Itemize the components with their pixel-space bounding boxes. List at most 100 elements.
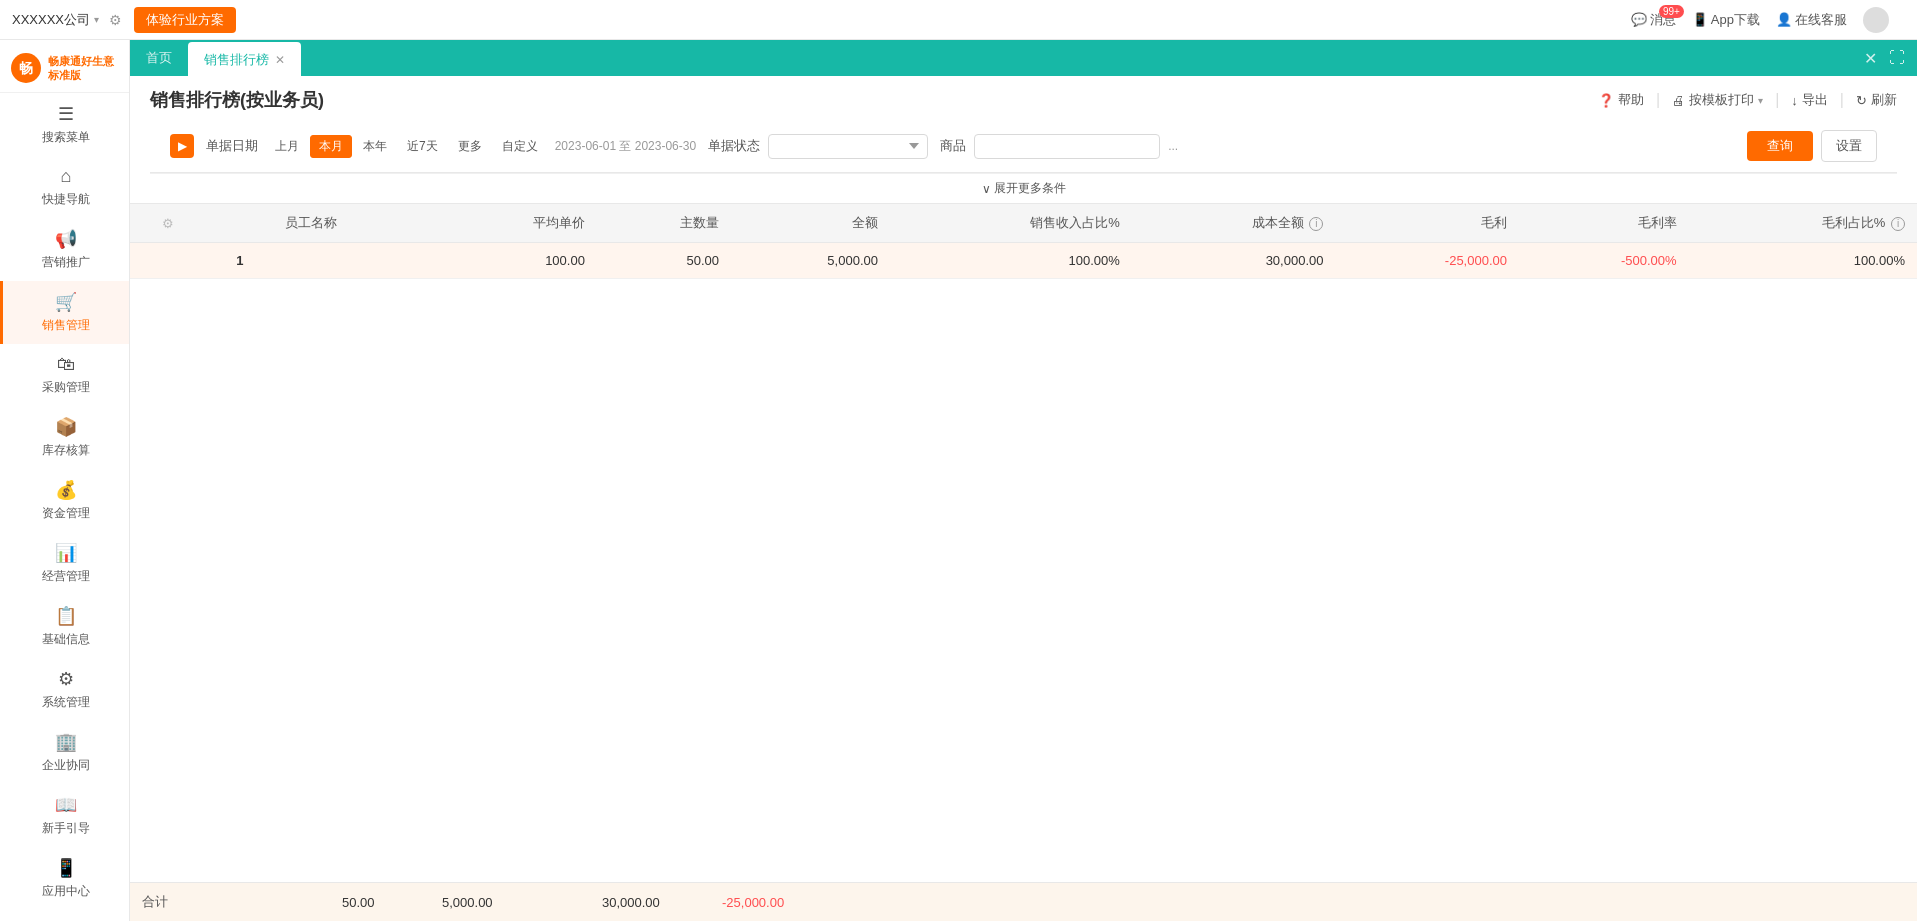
date-range-display: 2023-06-01 至 2023-06-30 [555,138,696,155]
row-avg-price: 100.00 [435,243,597,279]
table-body: 1 100.00 50.00 5,000.00 100.00% 30,000.0… [130,243,1917,279]
col-qty: 主数量 [597,204,731,243]
export-button[interactable]: ↓ 导出 [1791,91,1828,109]
sidebar-item-search[interactable]: ☰ 搜索菜单 [0,93,129,156]
refresh-button[interactable]: ↻ 刷新 [1856,91,1897,109]
avatar[interactable] [1863,7,1889,33]
filter-status-section: 单据状态 [708,134,928,159]
service-icon: 👤 [1776,12,1792,27]
appcenter-icon: 📱 [55,857,77,879]
system-icon: ⚙ [58,668,74,690]
message-button[interactable]: 💬 消息 99+ [1631,11,1676,29]
print-button[interactable]: 🖨 按模板打印 ▾ [1672,91,1763,109]
sidebar-item-label: 资金管理 [42,505,90,522]
sidebar-item-quicknav[interactable]: ⌂ 快捷导航 [0,156,129,218]
operations-icon: 📊 [55,542,77,564]
sidebar-item-label: 营销推广 [42,254,90,271]
toolbar-divider-2: | [1775,91,1779,109]
date-tab-thisyear[interactable]: 本年 [354,135,396,158]
sidebar-item-label: 企业协同 [42,757,90,774]
sidebar-item-label: 采购管理 [42,379,90,396]
expand-more-row: ∨ 展开更多条件 [150,173,1897,203]
sidebar-item-finance[interactable]: 💰 资金管理 [0,469,129,532]
sidebar-item-label: 搜索菜单 [42,129,90,146]
sidebar-item-inventory[interactable]: 📦 库存核算 [0,406,129,469]
row-name [273,243,435,279]
sidebar-item-marketing[interactable]: 📢 营销推广 [0,218,129,281]
toolbar-divider-1: | [1656,91,1660,109]
sidebar: 畅 畅康通好生意 标准版 ☰ 搜索菜单 ⌂ 快捷导航 📢 营销推广 🛒 销售管理… [0,40,130,921]
company-selector[interactable]: XXXXXX公司 ▾ [12,11,99,29]
home-tab-label: 首页 [146,49,172,67]
logo-icon: 畅 [10,52,42,84]
logo-text: 畅康通好生意 标准版 [48,54,114,83]
page-title: 销售排行榜(按业务员) [150,88,324,112]
print-chevron-icon: ▾ [1758,95,1763,106]
tab-sales-rank[interactable]: 销售排行榜 ✕ [188,42,301,78]
sidebar-item-beginner[interactable]: 📖 新手引导 [0,784,129,847]
table-container: ⚙ 员工名称 平均单价 主数量 全额 销售收入占比% 成本全额 i [130,204,1917,882]
print-icon: 🖨 [1672,93,1685,108]
sidebar-item-system[interactable]: ⚙ 系统管理 [0,658,129,721]
main-layout: 畅 畅康通好生意 标准版 ☰ 搜索菜单 ⌂ 快捷导航 📢 营销推广 🛒 销售管理… [0,40,1917,921]
filter-bar: ▶ 单据日期 上月 本月 本年 近7天 更多 自定义 2023-06-01 至 … [150,120,1897,173]
sidebar-item-wechat[interactable]: 💬 企业微信 [0,910,129,921]
footer-qty: 50.00 [342,895,442,910]
trial-button[interactable]: 体验行业方案 [134,7,236,33]
message-icon: 💬 [1631,12,1647,27]
tab-home[interactable]: 首页 [130,40,188,76]
table-footer: 合计 50.00 5,000.00 30,000.00 -25,000.00 [130,882,1917,921]
settings-button[interactable]: 设置 [1821,130,1877,162]
filter-expand-arrow[interactable]: ▶ [170,134,194,158]
tab-bar: 首页 销售排行榜 ✕ ✕ ⛶ [130,40,1917,76]
help-button[interactable]: ❓ 帮助 [1598,91,1644,109]
expand-more-button[interactable]: ∨ 展开更多条件 [982,180,1066,197]
filter-date-section: 单据日期 上月 本月 本年 近7天 更多 自定义 2023-06-01 至 20… [206,135,696,158]
sidebar-item-enterprise[interactable]: 🏢 企业协同 [0,721,129,784]
sidebar-item-appcenter[interactable]: 📱 应用中心 [0,847,129,910]
svg-text:畅: 畅 [19,60,33,76]
row-cost: 30,000.00 [1132,243,1336,279]
sidebar-item-sales[interactable]: 🛒 销售管理 [0,281,129,344]
date-tabs: 上月 本月 本年 近7天 更多 自定义 [266,135,547,158]
row-gross-rate: -500.00% [1519,243,1689,279]
app-download-button[interactable]: 📱 App下载 [1692,11,1760,29]
beginner-icon: 📖 [55,794,77,816]
page-header: 销售排行榜(按业务员) ❓ 帮助 | 🖨 按模板打印 ▾ | [130,76,1917,204]
sidebar-item-baseinfo[interactable]: 📋 基础信息 [0,595,129,658]
goods-filter-more-icon[interactable]: ... [1168,139,1178,153]
sidebar-item-label: 销售管理 [42,317,90,334]
date-tab-custom[interactable]: 自定义 [493,135,547,158]
query-button[interactable]: 查询 [1747,131,1813,161]
date-tab-thismonth[interactable]: 本月 [310,135,352,158]
toolbar-divider-3: | [1840,91,1844,109]
page-content: 销售排行榜(按业务员) ❓ 帮助 | 🖨 按模板打印 ▾ | [130,76,1917,921]
row-amount: 5,000.00 [731,243,890,279]
sidebar-item-purchase[interactable]: 🛍 采购管理 [0,344,129,406]
col-sales-ratio: 销售收入占比% [890,204,1132,243]
status-filter-select[interactable] [768,134,928,159]
cost-info-icon[interactable]: i [1309,217,1323,231]
table-row: 1 100.00 50.00 5,000.00 100.00% 30,000.0… [130,243,1917,279]
online-service-button[interactable]: 👤 在线客服 [1776,11,1847,29]
date-tab-7days[interactable]: 近7天 [398,135,447,158]
row-gear [130,243,207,279]
col-gross-ratio: 毛利占比% i [1689,204,1917,243]
gross-ratio-info-icon[interactable]: i [1891,217,1905,231]
date-tab-lastmonth[interactable]: 上月 [266,135,308,158]
data-table: ⚙ 员工名称 平均单价 主数量 全额 销售收入占比% 成本全额 i [130,204,1917,279]
sidebar-item-operations[interactable]: 📊 经营管理 [0,532,129,595]
date-tab-more[interactable]: 更多 [449,135,491,158]
tab-maximize-icon[interactable]: ⛶ [1889,49,1905,67]
col-rank [207,204,274,243]
sidebar-logo: 畅 畅康通好生意 标准版 [0,40,129,93]
tab-close-window-icon[interactable]: ✕ [1864,49,1877,68]
goods-filter-input[interactable] [974,134,1160,159]
sidebar-item-label: 库存核算 [42,442,90,459]
topbar-gear-icon[interactable]: ⚙ [109,12,122,28]
inventory-icon: 📦 [55,416,77,438]
col-avg-price: 平均单价 [435,204,597,243]
column-settings-icon[interactable]: ⚙ [162,216,174,231]
export-icon: ↓ [1791,93,1798,108]
tab-close-icon[interactable]: ✕ [275,53,285,67]
